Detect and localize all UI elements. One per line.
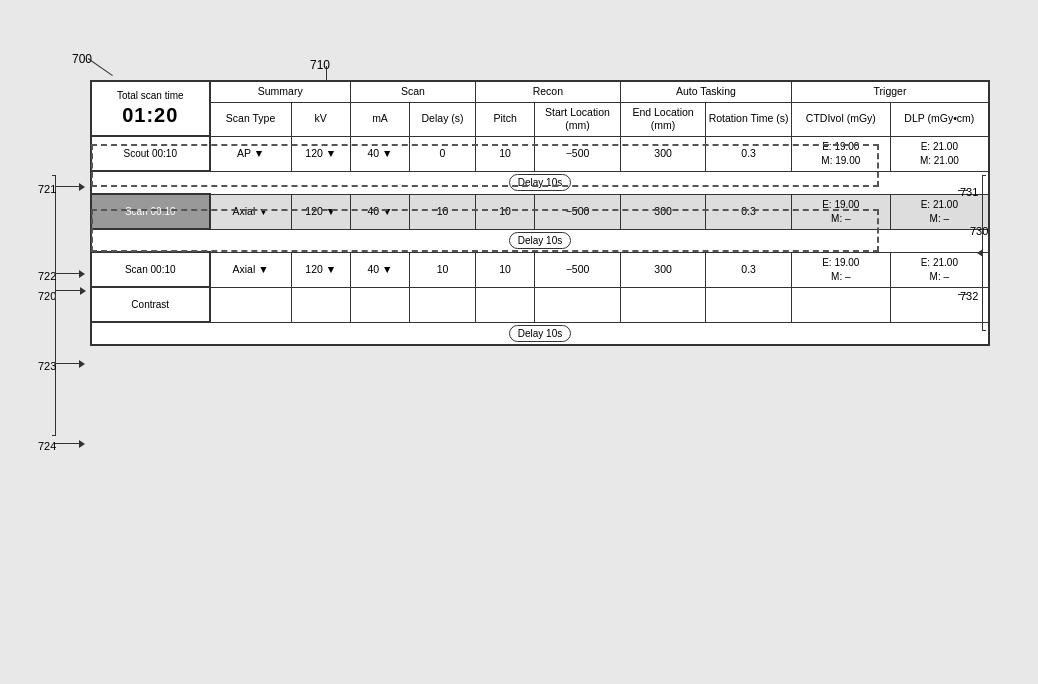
scan2-dlp: E: 21.00M: – (890, 252, 989, 287)
scan2-ctdivol: E: 19.00M: – (791, 252, 890, 287)
tab-trigger[interactable]: Trigger (791, 81, 989, 102)
scan1-kv[interactable]: 120 ▼ (291, 194, 350, 229)
scout-dlp: E: 21.00M: 21.00 (890, 136, 989, 171)
delay1-row: Delay 10s (91, 171, 989, 194)
col-scan-type: Scan Type (210, 102, 292, 136)
scout-rotation-time[interactable]: 0.3 (706, 136, 792, 171)
col-start-location: Start Location (mm) (535, 102, 621, 136)
contrast-ma (350, 287, 409, 322)
delay3-row: Delay 10s (91, 322, 989, 345)
main-table: Total scan time 01:20 Summary Scan Recon… (90, 80, 990, 346)
delay1-label: Delay 10s (509, 174, 571, 191)
scout-scan-type[interactable]: AP ▼ (210, 136, 292, 171)
tab-label-710: 710 (310, 58, 330, 72)
contrast-row: Contrast (91, 287, 989, 322)
scan2-kv[interactable]: 120 ▼ (291, 252, 350, 287)
label-720: 720 (38, 290, 56, 302)
delay2-row: Delay 10s (91, 229, 989, 252)
col-pitch: Pitch (475, 102, 534, 136)
delay3-label: Delay 10s (509, 325, 571, 342)
scan1-row: Scan 00:10 Axial ▼ 120 ▼ 40 ▼ 10 10 −500… (91, 194, 989, 229)
total-scan-cell: Total scan time 01:20 (91, 81, 210, 136)
scout-end-location[interactable]: 300 (620, 136, 706, 171)
scan2-row: Scan 00:10 Axial ▼ 120 ▼ 40 ▼ 10 10 −500… (91, 252, 989, 287)
col-ma: mA (350, 102, 409, 136)
scan1-pitch[interactable]: 10 (475, 194, 534, 229)
scan1-end-location[interactable]: 300 (620, 194, 706, 229)
scan1-delay[interactable]: 10 (410, 194, 476, 229)
scan2-end-location[interactable]: 300 (620, 252, 706, 287)
label-723: 723 (38, 360, 56, 372)
tab-scan[interactable]: Scan (350, 81, 475, 102)
col-kv: kV (291, 102, 350, 136)
total-scan-value: 01:20 (96, 102, 205, 128)
tab-recon[interactable]: Recon (475, 81, 620, 102)
label-721: 721 (38, 183, 56, 195)
contrast-delay (410, 287, 476, 322)
scan2-pitch[interactable]: 10 (475, 252, 534, 287)
scout-start-location[interactable]: −500 (535, 136, 621, 171)
label-730: 730 (970, 225, 988, 237)
label-732: 732 (960, 290, 978, 302)
contrast-label: Contrast (91, 287, 210, 322)
scout-kv[interactable]: 120 ▼ (291, 136, 350, 171)
contrast-scan-type (210, 287, 292, 322)
contrast-start-location (535, 287, 621, 322)
scan2-scan-type[interactable]: Axial ▼ (210, 252, 292, 287)
col-end-location: End Location (mm) (620, 102, 706, 136)
label-722: 722 (38, 270, 56, 282)
label-724: 724 (38, 440, 56, 452)
tab-summary[interactable]: Summary (210, 81, 351, 102)
scout-pitch[interactable]: 10 (475, 136, 534, 171)
tab-auto-tasking[interactable]: Auto Tasking (620, 81, 791, 102)
total-scan-label: Total scan time (96, 89, 205, 102)
scout-ctdivol: E: 19.00M: 19.00 (791, 136, 890, 171)
scan1-label: Scan 00:10 (91, 194, 210, 229)
contrast-pitch (475, 287, 534, 322)
label-731: 731 (960, 186, 978, 198)
contrast-ctdivol (791, 287, 890, 322)
col-delay: Delay (s) (410, 102, 476, 136)
col-ctdivol: CTDIvol (mGy) (791, 102, 890, 136)
contrast-rotation-time (706, 287, 792, 322)
scan2-delay[interactable]: 10 (410, 252, 476, 287)
col-dlp: DLP (mGy•cm) (890, 102, 989, 136)
scout-ma[interactable]: 40 ▼ (350, 136, 409, 171)
scan2-start-location[interactable]: −500 (535, 252, 621, 287)
scout-label: Scout 00:10 (91, 136, 210, 171)
scan1-start-location[interactable]: −500 (535, 194, 621, 229)
scan2-label: Scan 00:10 (91, 252, 210, 287)
col-rotation-time: Rotation Time (s) (706, 102, 792, 136)
scout-delay[interactable]: 0 (410, 136, 476, 171)
scan1-scan-type[interactable]: Axial ▼ (210, 194, 292, 229)
scan2-ma[interactable]: 40 ▼ (350, 252, 409, 287)
scan1-ma[interactable]: 40 ▼ (350, 194, 409, 229)
scan2-rotation-time[interactable]: 0.3 (706, 252, 792, 287)
delay2-label: Delay 10s (509, 232, 571, 249)
scan1-rotation-time[interactable]: 0.3 (706, 194, 792, 229)
contrast-end-location (620, 287, 706, 322)
scout-row: Scout 00:10 AP ▼ 120 ▼ 40 ▼ 0 10 −500 30… (91, 136, 989, 171)
contrast-kv (291, 287, 350, 322)
scan1-ctdivol: E: 19.00M: – (791, 194, 890, 229)
